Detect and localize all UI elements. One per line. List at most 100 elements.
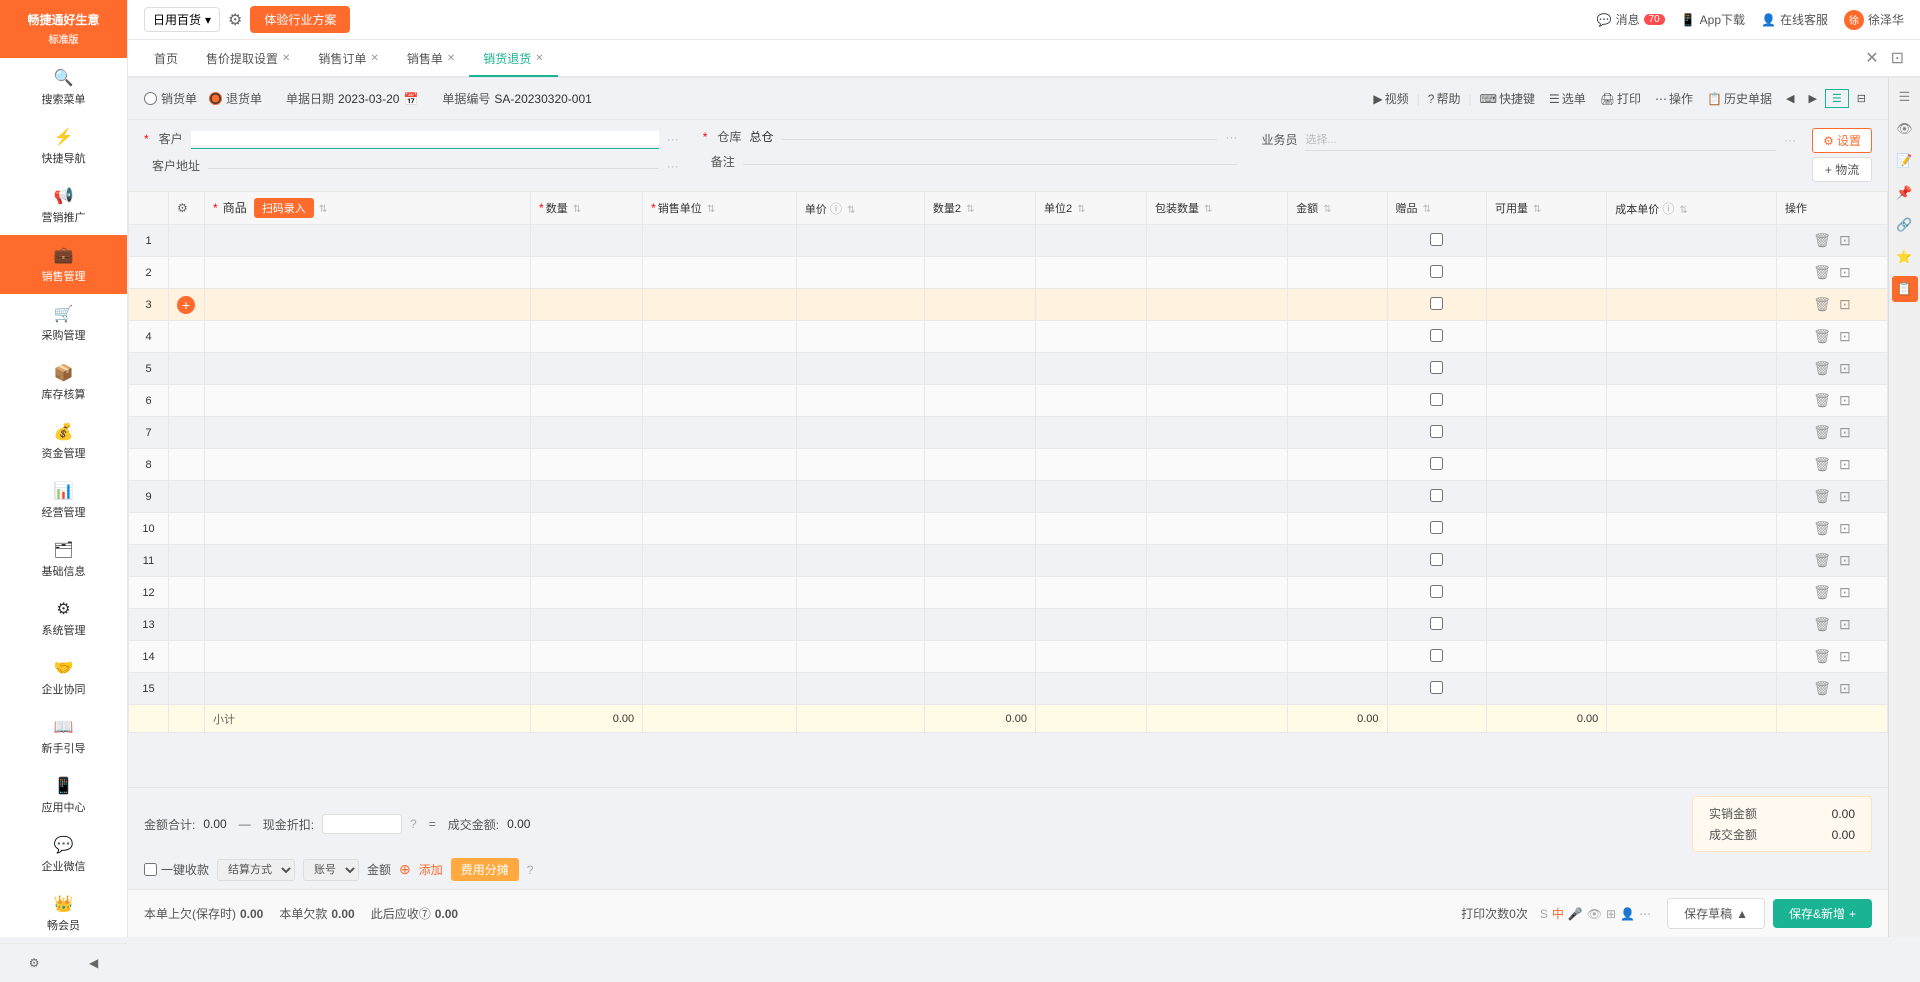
gift-checkbox-15[interactable] [1430, 681, 1443, 694]
row-amount-4[interactable] [1288, 321, 1387, 353]
row-product-7[interactable] [205, 417, 531, 449]
delete-btn-6[interactable]: 🗑 [1811, 390, 1833, 411]
row-qty2-13[interactable] [924, 609, 1035, 641]
info-icon-price[interactable]: ⓘ [830, 202, 842, 216]
row-qty-9[interactable] [531, 481, 643, 513]
row-avail-10[interactable] [1486, 513, 1606, 545]
row-amount-9[interactable] [1288, 481, 1387, 513]
sidebar-item-finance[interactable]: 💰 资金管理 [0, 412, 127, 471]
sidebar-item-sales[interactable]: 💼 销售管理 [0, 235, 127, 294]
delete-btn-2[interactable]: 🗑 [1811, 262, 1833, 283]
add-row-btn-3[interactable]: + [177, 296, 195, 314]
row-sales-unit-4[interactable] [643, 321, 797, 353]
row-qty-12[interactable] [531, 577, 643, 609]
row-amount-5[interactable] [1288, 353, 1387, 385]
gift-checkbox-9[interactable] [1430, 489, 1443, 502]
row-qty-11[interactable] [531, 545, 643, 577]
row-unit2-5[interactable] [1035, 353, 1146, 385]
copy-btn-5[interactable]: ⊡ [1837, 358, 1853, 379]
address-input[interactable] [208, 162, 659, 169]
product-input-3[interactable] [213, 298, 522, 312]
row-unit2-10[interactable] [1035, 513, 1146, 545]
row-unit2-6[interactable] [1035, 385, 1146, 417]
copy-btn-9[interactable]: ⊡ [1837, 486, 1853, 507]
row-avail-5[interactable] [1486, 353, 1606, 385]
gift-checkbox-14[interactable] [1430, 649, 1443, 662]
row-gift-9[interactable] [1387, 481, 1486, 513]
gift-checkbox-12[interactable] [1430, 585, 1443, 598]
row-amount-12[interactable] [1288, 577, 1387, 609]
copy-btn-4[interactable]: ⊡ [1837, 326, 1853, 347]
row-unit2-2[interactable] [1035, 257, 1146, 289]
row-gift-10[interactable] [1387, 513, 1486, 545]
user-btn[interactable]: 徐 徐泽华 [1844, 10, 1904, 30]
save-new-btn[interactable]: 保存&新增 + [1773, 899, 1872, 928]
tool-grid-icon[interactable]: ⊞ [1606, 907, 1616, 921]
service-btn[interactable]: 👤 在线客服 [1761, 11, 1828, 28]
row-pkg-14[interactable] [1146, 641, 1287, 673]
row-qty2-9[interactable] [924, 481, 1035, 513]
gift-checkbox-10[interactable] [1430, 521, 1443, 534]
row-qty-2[interactable] [531, 257, 643, 289]
tab-close-4[interactable]: ✕ [535, 53, 543, 64]
row-cost-15[interactable] [1607, 673, 1777, 705]
sort-icon-price[interactable]: ⇅ [847, 205, 855, 216]
gift-checkbox-13[interactable] [1430, 617, 1443, 630]
video-btn[interactable]: ▶ 视频 [1367, 88, 1414, 109]
row-sales-unit-11[interactable] [643, 545, 797, 577]
row-amount-6[interactable] [1288, 385, 1387, 417]
row-sales-unit-7[interactable] [643, 417, 797, 449]
tool-mic-icon[interactable]: 🎤 [1568, 907, 1583, 921]
row-qty2-3[interactable] [924, 289, 1035, 321]
row-unit2-15[interactable] [1035, 673, 1146, 705]
copy-btn-2[interactable]: ⊡ [1837, 262, 1853, 283]
tab-close-3[interactable]: ✕ [447, 53, 455, 64]
row-price-10[interactable] [796, 513, 924, 545]
row-sales-unit-9[interactable] [643, 481, 797, 513]
row-qty-14[interactable] [531, 641, 643, 673]
settings-btn[interactable]: ⚙ 设置 [1812, 128, 1872, 153]
row-product-1[interactable] [205, 225, 531, 257]
copy-btn-6[interactable]: ⊡ [1837, 390, 1853, 411]
row-amount-11[interactable] [1288, 545, 1387, 577]
row-gift-8[interactable] [1387, 449, 1486, 481]
sidebar-item-collab[interactable]: 🤝 企业协同 [0, 648, 127, 707]
row-cost-1[interactable] [1607, 225, 1777, 257]
sidebar-item-marketing[interactable]: 📢 营销推广 [0, 176, 127, 235]
row-product-6[interactable] [205, 385, 531, 417]
row-amount-2[interactable] [1288, 257, 1387, 289]
row-qty-5[interactable] [531, 353, 643, 385]
row-cost-7[interactable] [1607, 417, 1777, 449]
row-gift-3[interactable] [1387, 289, 1486, 321]
tab-4[interactable]: 销货退货 ✕ [469, 42, 557, 77]
help-icon-footer[interactable]: ? [410, 817, 417, 831]
delete-btn-11[interactable]: 🗑 [1811, 550, 1833, 571]
select-btn[interactable]: ☰ 选单 [1543, 88, 1592, 109]
tab-2[interactable]: 销售订单 ✕ [304, 42, 392, 77]
help-icon-payment[interactable]: ? [527, 863, 534, 877]
right-panel-eye[interactable]: 👁 [1892, 116, 1918, 142]
row-product-11[interactable] [205, 545, 531, 577]
row-cost-2[interactable] [1607, 257, 1777, 289]
row-product-2[interactable] [205, 257, 531, 289]
row-amount-13[interactable] [1288, 609, 1387, 641]
row-pkg-9[interactable] [1146, 481, 1287, 513]
row-price-2[interactable] [796, 257, 924, 289]
delete-btn-12[interactable]: 🗑 [1811, 582, 1833, 603]
message-btn[interactable]: 💬 消息 70 [1597, 11, 1665, 28]
row-avail-11[interactable] [1486, 545, 1606, 577]
row-qty-13[interactable] [531, 609, 643, 641]
right-panel-pin[interactable]: 📌 [1892, 180, 1918, 206]
delete-btn-3[interactable]: 🗑 [1811, 294, 1833, 315]
calendar-icon[interactable]: 📅 [403, 92, 418, 106]
row-pkg-4[interactable] [1146, 321, 1287, 353]
operation-btn[interactable]: ⋯ 操作 [1649, 88, 1699, 109]
row-price-14[interactable] [796, 641, 924, 673]
copy-btn-8[interactable]: ⊡ [1837, 454, 1853, 475]
app-download-btn[interactable]: 📱 App下载 [1681, 11, 1745, 28]
prev-btn[interactable]: ◀ [1780, 90, 1800, 107]
row-qty-15[interactable] [531, 673, 643, 705]
row-cost-10[interactable] [1607, 513, 1777, 545]
row-avail-7[interactable] [1486, 417, 1606, 449]
row-price-12[interactable] [796, 577, 924, 609]
